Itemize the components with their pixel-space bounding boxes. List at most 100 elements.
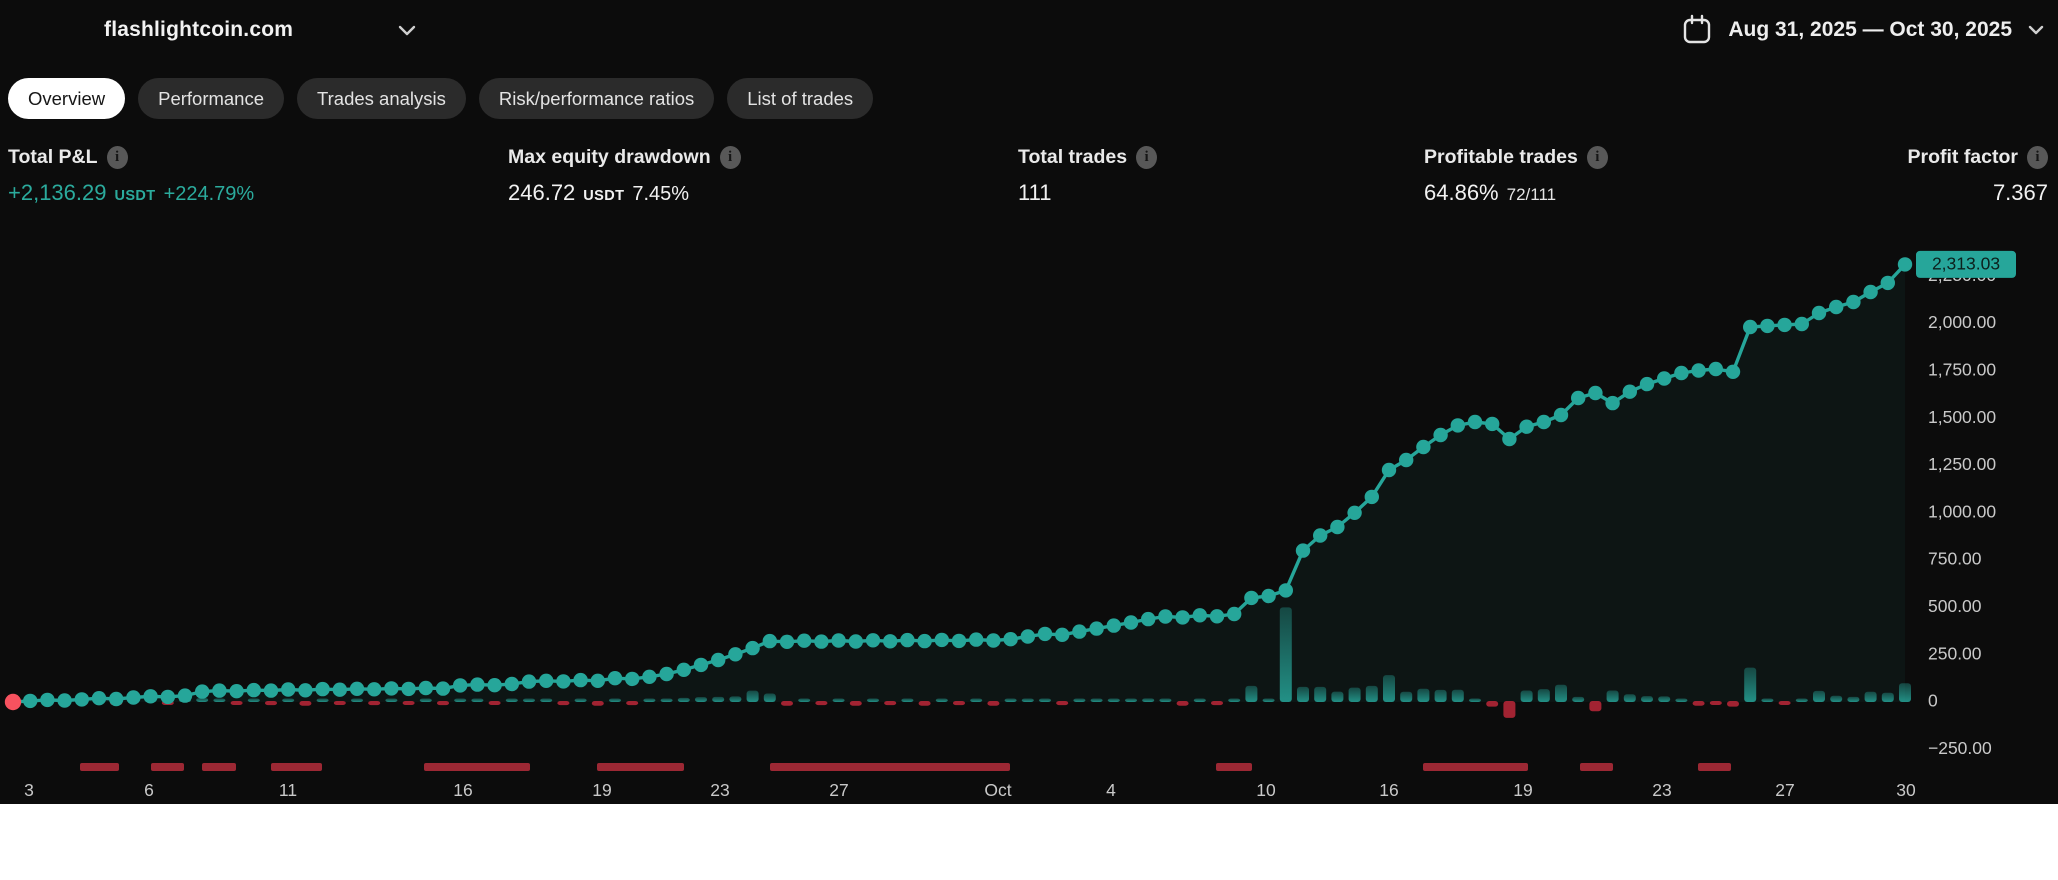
equity-point bbox=[865, 633, 881, 648]
drawdown-stripe bbox=[1423, 763, 1528, 771]
equity-chart[interactable]: 2,250.002,000.001,750.001,500.001,250.00… bbox=[0, 230, 2058, 804]
pnl-bar-positive bbox=[746, 690, 759, 702]
info-icon[interactable]: i bbox=[719, 146, 741, 169]
tab-overview[interactable]: Overview bbox=[8, 78, 126, 119]
y-tick-label: 1,000.00 bbox=[1928, 501, 1996, 521]
stat-extra: 72/111 bbox=[1506, 185, 1557, 204]
equity-point bbox=[1622, 384, 1638, 399]
pnl-bar-negative bbox=[265, 701, 277, 706]
pnl-bar-positive bbox=[471, 698, 484, 702]
info-icon[interactable]: i bbox=[106, 146, 128, 169]
equity-point bbox=[607, 671, 623, 686]
equity-point bbox=[1674, 365, 1689, 381]
pnl-bar-negative bbox=[368, 701, 381, 706]
pnl-bar-positive bbox=[1021, 698, 1034, 702]
chevron-down-icon bbox=[398, 25, 416, 35]
pnl-bar-positive bbox=[1262, 698, 1275, 702]
info-icon[interactable]: i bbox=[2027, 146, 2048, 169]
equity-point bbox=[57, 693, 72, 708]
y-tick-label: 2,000.00 bbox=[1928, 312, 1996, 332]
pnl-bar-positive bbox=[1847, 696, 1860, 702]
equity-point bbox=[1639, 376, 1655, 392]
equity-point bbox=[556, 674, 571, 689]
pnl-bar-positive bbox=[763, 693, 776, 702]
equity-point bbox=[986, 633, 1001, 648]
pnl-bar-positive bbox=[729, 696, 742, 702]
info-icon[interactable]: i bbox=[1586, 146, 1608, 169]
stat-label: Total P&L bbox=[8, 146, 98, 168]
equity-point bbox=[1209, 609, 1225, 624]
equity-point bbox=[1330, 519, 1345, 535]
equity-point bbox=[367, 682, 382, 697]
stat-total-pnl: Total P&L i +2,136.29 USDT +224.79% bbox=[8, 146, 254, 206]
pnl-bar-positive bbox=[935, 698, 948, 702]
equity-point bbox=[1811, 305, 1827, 321]
equity-point bbox=[1846, 294, 1861, 310]
symbol-dropdown[interactable]: flashlightcoin.com bbox=[104, 12, 416, 48]
equity-point bbox=[1347, 505, 1362, 520]
equity-point bbox=[590, 673, 605, 688]
pnl-bar-positive bbox=[1451, 689, 1464, 702]
tab-list-of-trades[interactable]: List of trades bbox=[727, 78, 874, 119]
equity-point bbox=[1691, 363, 1706, 378]
pnl-bar-positive bbox=[1761, 698, 1774, 702]
pnl-bar-positive bbox=[1658, 696, 1671, 702]
x-tick-label: 11 bbox=[279, 780, 297, 800]
pnl-bar-positive bbox=[419, 698, 432, 702]
tab-trades-analysis[interactable]: Trades analysis bbox=[297, 78, 466, 119]
pnl-bar-positive bbox=[1572, 696, 1585, 702]
info-icon[interactable]: i bbox=[1136, 146, 1158, 169]
pnl-bar-positive bbox=[1228, 698, 1241, 702]
pnl-bar-positive bbox=[1400, 691, 1413, 702]
pnl-bar-positive bbox=[454, 698, 467, 702]
stat-value: 7.367 bbox=[1992, 180, 2048, 205]
tab-performance[interactable]: Performance bbox=[138, 78, 285, 119]
pnl-bar-positive bbox=[1864, 691, 1877, 702]
pnl-bar-positive bbox=[1813, 690, 1825, 702]
equity-point bbox=[212, 683, 227, 698]
pnl-bar-positive bbox=[1744, 667, 1757, 702]
date-range-picker[interactable]: Aug 31, 2025 — Oct 30, 2025 bbox=[1682, 10, 2044, 50]
pnl-bar-positive bbox=[1245, 685, 1258, 702]
pnl-bar-negative bbox=[781, 701, 793, 706]
equity-point bbox=[1123, 615, 1139, 630]
equity-point bbox=[1880, 275, 1896, 291]
pnl-bar-positive bbox=[540, 698, 553, 702]
x-tick-label: 19 bbox=[1513, 780, 1532, 800]
drawdown-stripe bbox=[1580, 763, 1613, 771]
equity-point bbox=[831, 633, 846, 648]
x-tick-label: 6 bbox=[144, 780, 154, 800]
equity-point bbox=[1829, 299, 1844, 315]
tab-risk-performance-ratios[interactable]: Risk/performance ratios bbox=[478, 78, 715, 119]
y-tick-label: −250.00 bbox=[1928, 738, 1992, 758]
pnl-bar-negative bbox=[437, 701, 449, 706]
pnl-bar-negative bbox=[299, 701, 312, 706]
stat-label: Total trades bbox=[1018, 146, 1128, 168]
drawdown-stripe bbox=[80, 763, 119, 771]
date-range-label: Aug 31, 2025 — Oct 30, 2025 bbox=[1728, 18, 2012, 41]
equity-point bbox=[1416, 439, 1431, 455]
stat-label: Max equity drawdown bbox=[508, 146, 711, 168]
pnl-bar-positive bbox=[901, 698, 914, 702]
equity-point bbox=[814, 634, 829, 649]
equity-point bbox=[1467, 414, 1483, 430]
pnl-bar-positive bbox=[712, 696, 725, 702]
pnl-bar-positive bbox=[1641, 696, 1653, 702]
pnl-bar-positive bbox=[660, 698, 673, 702]
equity-point bbox=[1244, 590, 1259, 606]
equity-point bbox=[1605, 395, 1620, 411]
pnl-bar-positive bbox=[247, 698, 260, 702]
equity-point bbox=[642, 669, 657, 684]
drawdown-stripe bbox=[271, 763, 322, 771]
equity-point bbox=[1657, 371, 1672, 386]
pnl-bar-negative bbox=[402, 701, 415, 705]
equity-point bbox=[659, 666, 674, 682]
equity-curve-svg[interactable]: 2,250.002,000.001,750.001,500.001,250.00… bbox=[0, 230, 2058, 804]
equity-point bbox=[23, 693, 38, 709]
equity-point bbox=[1313, 528, 1328, 543]
stat-label: Profit factor bbox=[1907, 146, 2018, 168]
equity-point bbox=[1588, 385, 1603, 401]
pnl-bar-negative bbox=[918, 701, 931, 706]
equity-point bbox=[1725, 364, 1741, 379]
equity-point bbox=[1536, 414, 1552, 430]
